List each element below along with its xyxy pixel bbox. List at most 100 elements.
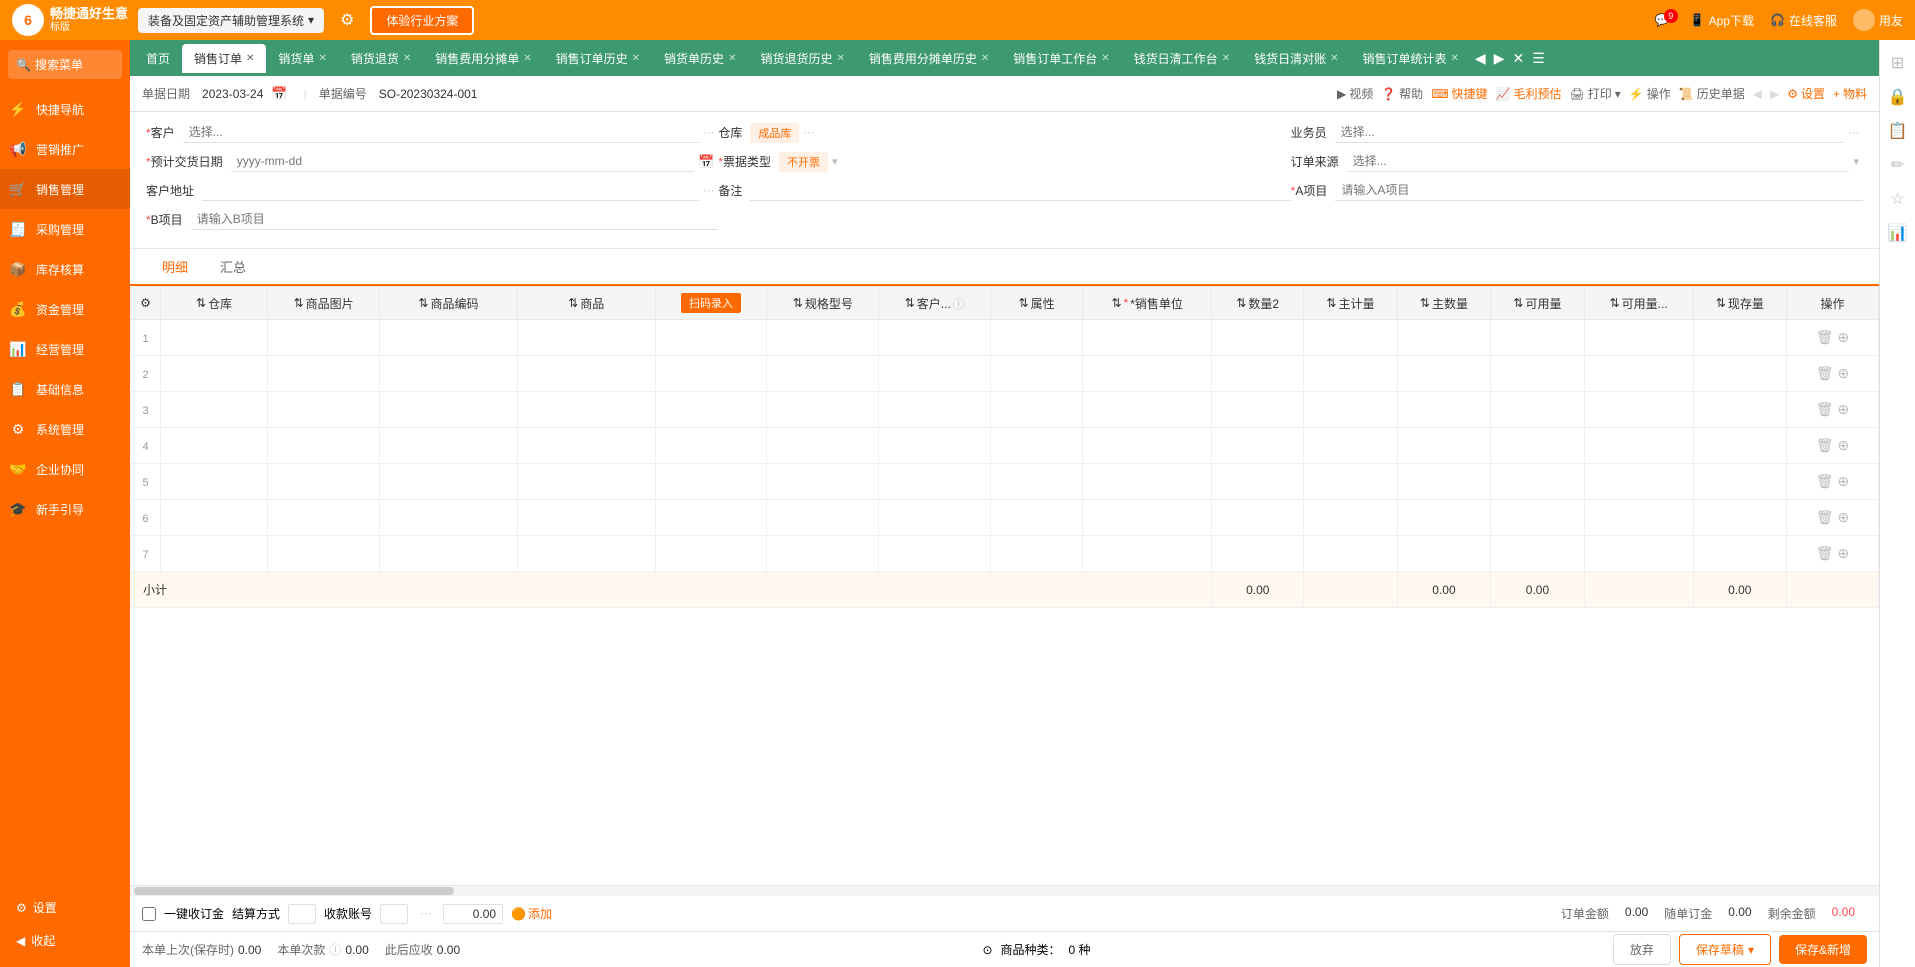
th-main-unit[interactable]: ⇅主计量 (1304, 287, 1398, 320)
row-copy-4[interactable]: ⊕ (1838, 437, 1850, 454)
calendar-icon[interactable]: 📅 (267, 86, 291, 102)
scan-btn[interactable]: 扫码录入 (681, 293, 741, 313)
tab-close-daily-clear[interactable]: ✕ (1222, 53, 1230, 64)
right-icon-3[interactable]: 📋 (1883, 116, 1913, 146)
address-more[interactable]: ··· (699, 185, 718, 197)
sidebar-item-finance[interactable]: 💰 资金管理 (0, 289, 130, 329)
sidebar-item-system[interactable]: ⚙ 系统管理 (0, 409, 130, 449)
right-icon-5[interactable]: ☆ (1883, 184, 1913, 214)
right-icon-6[interactable]: 📊 (1883, 218, 1913, 248)
tab-daily-clear[interactable]: 钱货日清工作台 ✕ (1122, 44, 1242, 73)
sidebar-item-basics[interactable]: 📋 基础信息 (0, 369, 130, 409)
app-download[interactable]: 📱 App下载 (1690, 12, 1754, 29)
right-icon-1[interactable]: ⊞ (1883, 48, 1913, 78)
sidebar-item-marketing[interactable]: 📢 营销推广 (0, 129, 130, 169)
tab-summary[interactable]: 汇总 (204, 249, 262, 284)
settings-icon[interactable]: ⚙ (334, 10, 360, 30)
row-copy-5[interactable]: ⊕ (1838, 473, 1850, 490)
customer-input[interactable] (183, 122, 700, 143)
row-delete-5[interactable]: 🗑 (1816, 473, 1834, 490)
tab-fee-history[interactable]: 销售费用分摊单历史 ✕ (857, 44, 1001, 73)
sidebar-item-purchase[interactable]: 🧾 采购管理 (0, 209, 130, 249)
th-customer-code[interactable]: ⇅客户...ⓘ (879, 287, 991, 320)
shortcut-btn[interactable]: ⌨ 快捷键 (1431, 85, 1487, 102)
tab-menu-btn[interactable]: ☰ (1528, 50, 1549, 67)
view-btn[interactable]: ▶ 视频 (1337, 85, 1373, 102)
tab-stats[interactable]: 销售订单统计表 ✕ (1350, 44, 1470, 73)
th-avail[interactable]: ⇅可用量 (1491, 287, 1585, 320)
tab-close-return-history[interactable]: ✕ (836, 53, 844, 64)
th-avail2[interactable]: ⇅可用量... (1584, 287, 1693, 320)
tab-close-all-btn[interactable]: ✕ (1508, 50, 1528, 67)
th-image[interactable]: ⇅商品图片 (268, 287, 380, 320)
industry-btn[interactable]: 体验行业方案 (370, 6, 474, 35)
sidebar-item-operations[interactable]: 📊 经营管理 (0, 329, 130, 369)
salesman-input[interactable] (1335, 122, 1844, 143)
tab-close-sales-slip[interactable]: ✕ (318, 53, 326, 64)
tab-close-sales-order[interactable]: ✕ (246, 53, 254, 64)
tab-sales-order[interactable]: 销售订单 ✕ (182, 44, 266, 73)
tab-home[interactable]: 首页 (134, 44, 182, 73)
right-icon-2[interactable]: 🔒 (1883, 82, 1913, 112)
order-source-arrow[interactable]: ▾ (1849, 155, 1863, 168)
discard-btn[interactable]: 放弃 (1613, 934, 1671, 965)
tab-detail[interactable]: 明细 (146, 249, 204, 284)
tab-next-btn[interactable]: ▶ (1490, 50, 1509, 67)
amount-input[interactable] (443, 904, 503, 924)
sidebar-settings-btn[interactable]: ⚙ 设置 (8, 891, 122, 924)
sidebar-item-guide[interactable]: 🎓 新手引导 (0, 489, 130, 529)
sidebar-collapse-btn[interactable]: ◀ 收起 (8, 924, 122, 957)
save-new-btn[interactable]: 保存&新增 (1779, 935, 1867, 964)
right-icon-4[interactable]: ✏ (1883, 150, 1913, 180)
deposit-checkbox[interactable] (142, 907, 156, 921)
notifications[interactable]: 💬 9 9 (1655, 13, 1674, 27)
row-copy-3[interactable]: ⊕ (1838, 401, 1850, 418)
warehouse-more[interactable]: ··· (799, 127, 818, 139)
draft-btn[interactable]: 保存草稿 ▾ (1679, 934, 1771, 965)
order-source-input[interactable] (1347, 151, 1850, 172)
row-delete-3[interactable]: 🗑 (1816, 401, 1834, 418)
tab-slip-history[interactable]: 销货单历史 ✕ (652, 44, 748, 73)
address-input[interactable] (202, 180, 699, 201)
row-copy-7[interactable]: ⊕ (1838, 545, 1850, 562)
settlement-select[interactable] (288, 904, 316, 924)
row-delete-1[interactable]: 🗑 (1816, 329, 1834, 346)
tab-return[interactable]: 销货退货 ✕ (339, 44, 423, 73)
tab-fee-split[interactable]: 销售费用分摊单 ✕ (423, 44, 543, 73)
salesman-more[interactable]: ··· (1844, 127, 1863, 139)
th-qty2[interactable]: ⇅数量2 (1212, 287, 1304, 320)
system-title[interactable]: 装备及固定资产辅助管理系统 ▾ (138, 8, 324, 33)
tab-reconcile[interactable]: 钱货日清对账 ✕ (1242, 44, 1350, 73)
tab-prev-btn[interactable]: ◀ (1471, 50, 1490, 67)
th-product[interactable]: ⇅商品 (517, 287, 655, 320)
customer-more[interactable]: ··· (699, 127, 718, 139)
account-select[interactable] (380, 904, 408, 924)
history-btn[interactable]: 📜 历史单据 (1679, 85, 1745, 102)
date-field[interactable]: 2023-03-24 📅 (202, 86, 292, 102)
scroll-track[interactable] (130, 885, 1879, 895)
a-project-input[interactable] (1335, 180, 1863, 201)
help-btn[interactable]: ❓ 帮助 (1381, 85, 1423, 102)
row-copy-1[interactable]: ⊕ (1838, 329, 1850, 346)
th-spec[interactable]: ⇅规格型号 (767, 287, 879, 320)
th-main-qty[interactable]: ⇅主数量 (1397, 287, 1491, 320)
remark-input[interactable] (750, 180, 1290, 201)
th-unit[interactable]: ⇅**销售单位 (1083, 287, 1212, 320)
add-payment-btn[interactable]: 🟠 添加 (511, 905, 552, 922)
row-delete-6[interactable]: 🗑 (1816, 509, 1834, 526)
tab-close-fee-split[interactable]: ✕ (523, 53, 531, 64)
row-delete-2[interactable]: 🗑 (1816, 365, 1834, 382)
operation-btn[interactable]: ⚡ 操作 (1629, 85, 1671, 102)
online-service[interactable]: 🎧 在线客服 (1770, 12, 1837, 29)
tab-close-return[interactable]: ✕ (403, 53, 411, 64)
scroll-thumb[interactable] (134, 887, 454, 895)
search-menu-btn[interactable]: 🔍 搜索菜单 (8, 50, 122, 79)
draft-arrow[interactable]: ▾ (1748, 943, 1754, 957)
row-copy-2[interactable]: ⊕ (1838, 365, 1850, 382)
tab-close-order-history[interactable]: ✕ (632, 53, 640, 64)
row-delete-7[interactable]: 🗑 (1816, 545, 1834, 562)
tab-sales-slip[interactable]: 销货单 ✕ (266, 44, 338, 73)
tab-close-stats[interactable]: ✕ (1451, 53, 1459, 64)
settings-top-btn[interactable]: ⚙ 设置 (1787, 85, 1825, 102)
tab-close-fee-history[interactable]: ✕ (981, 53, 989, 64)
